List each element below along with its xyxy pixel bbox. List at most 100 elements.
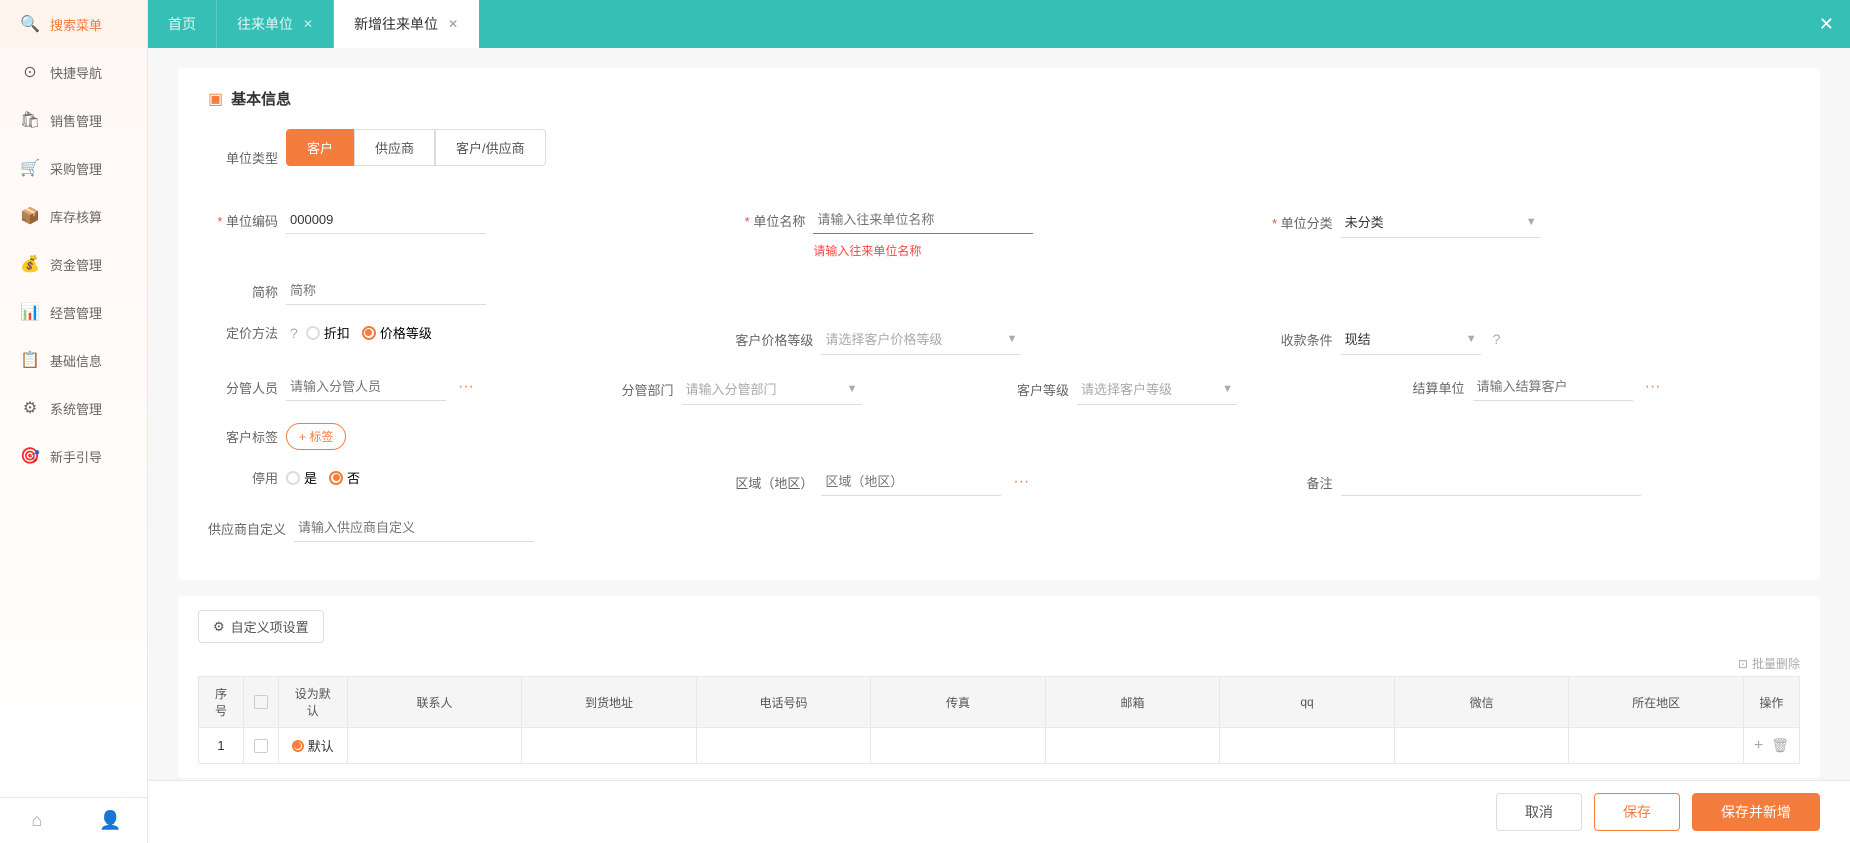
footer-home-btn[interactable]: ⌂ xyxy=(0,798,74,843)
pricing-discount-radio[interactable] xyxy=(306,326,320,340)
field-unit-name: 单位名称 请输入往来单位名称 xyxy=(735,206,1262,259)
pricing-discount-option[interactable]: 折扣 xyxy=(306,323,350,342)
customer-price-level-arrow: ▼ xyxy=(1006,333,1017,345)
cell-region[interactable] xyxy=(1569,728,1744,764)
remark-input[interactable] xyxy=(1341,468,1641,496)
tab-home[interactable]: 首页 xyxy=(148,0,217,48)
gear-icon: ⚙ xyxy=(213,619,225,635)
manager-more-btn[interactable]: ··· xyxy=(454,378,478,396)
custom-settings-btn[interactable]: ⚙ 自定义项设置 xyxy=(198,610,324,643)
system-icon: ⚙ xyxy=(20,398,40,418)
sidebar-item-operations[interactable]: 📊 经营管理 xyxy=(0,288,147,336)
unit-code-input[interactable] xyxy=(286,206,486,234)
sidebar-item-finance[interactable]: 💰 资金管理 xyxy=(0,240,147,288)
tab-add-partner[interactable]: 新增往来单位 ✕ xyxy=(334,0,479,48)
add-tag-btn[interactable]: + 标签 xyxy=(286,423,346,450)
region-cell-input[interactable] xyxy=(1579,739,1733,753)
sidebar-item-guide[interactable]: 🎯 新手引导 xyxy=(0,432,147,480)
cell-phone[interactable] xyxy=(696,728,871,764)
row-checkbox[interactable] xyxy=(254,739,268,753)
tab-partner-list[interactable]: 往来单位 ✕ xyxy=(217,0,334,48)
pricing-price-level-radio[interactable] xyxy=(362,326,376,340)
field-customer-level: 客户等级 请选择客户等级 ▼ xyxy=(999,373,1395,405)
row-supplier-custom: 供应商自定义 xyxy=(208,514,1790,542)
field-settlement: 结算单位 ··· xyxy=(1395,373,1791,401)
save-new-button[interactable]: 保存并新增 xyxy=(1692,793,1820,831)
pricing-radio-group: 折扣 价格等级 xyxy=(306,323,432,342)
disabled-no-radio[interactable] xyxy=(329,471,343,485)
unit-name-input[interactable] xyxy=(813,206,1033,234)
qq-input[interactable] xyxy=(1230,739,1384,753)
settlement-label: 结算单位 xyxy=(1395,378,1465,397)
settlement-more-btn[interactable]: ··· xyxy=(1641,378,1665,396)
pricing-help-icon[interactable]: ? xyxy=(290,325,298,341)
customer-level-select[interactable]: 请选择客户等级 ▼ xyxy=(1077,373,1237,405)
sidebar-item-quick-nav[interactable]: ⊙ 快捷导航 xyxy=(0,48,147,96)
region-more-btn[interactable]: ··· xyxy=(1009,473,1033,491)
tab-bar-close-btn[interactable]: ✕ xyxy=(1803,14,1850,35)
unit-category-select[interactable]: 未分类 ▼ xyxy=(1341,206,1541,238)
batch-delete-btn[interactable]: ⊡ 批量删除 xyxy=(198,655,1800,672)
disabled-no-option[interactable]: 否 xyxy=(329,468,360,487)
fax-input[interactable] xyxy=(881,739,1035,753)
unit-type-supplier-btn[interactable]: 供应商 xyxy=(354,129,435,166)
cell-fax[interactable] xyxy=(871,728,1046,764)
wechat-input[interactable] xyxy=(1405,739,1559,753)
phone-input[interactable] xyxy=(707,739,861,753)
field-supplier-custom: 供应商自定义 xyxy=(208,514,1790,542)
payment-terms-select[interactable]: 现结 ▼ xyxy=(1341,323,1481,355)
contact-input[interactable] xyxy=(358,739,512,753)
unit-type-customer-btn[interactable]: 客户 xyxy=(286,129,354,166)
col-email: 邮箱 xyxy=(1045,677,1220,728)
region-input[interactable] xyxy=(821,468,1001,496)
col-address: 到货地址 xyxy=(522,677,697,728)
cell-qq[interactable] xyxy=(1220,728,1395,764)
row-abbreviation: 简称 xyxy=(208,277,1790,305)
disabled-label: 停用 xyxy=(208,468,278,487)
sidebar-item-purchase[interactable]: 🛒 采购管理 xyxy=(0,144,147,192)
row-pricing: 定价方法 ? 折扣 价格等级 客户价格等级 xyxy=(208,323,1790,355)
cancel-button[interactable]: 取消 xyxy=(1496,793,1582,831)
row-delete-btn[interactable]: 🗑 xyxy=(1771,737,1789,754)
row-add-btn[interactable]: + xyxy=(1754,737,1763,755)
header-checkbox[interactable] xyxy=(254,695,268,709)
unit-type-label: 单位类型 xyxy=(208,148,278,167)
supplier-custom-input[interactable] xyxy=(294,514,534,542)
field-unit-category: 单位分类 未分类 ▼ xyxy=(1263,206,1790,238)
save-button[interactable]: 保存 xyxy=(1594,793,1680,831)
purchase-icon: 🛒 xyxy=(20,158,40,178)
cell-wechat[interactable] xyxy=(1394,728,1569,764)
sidebar-item-basic-info[interactable]: 📋 基础信息 xyxy=(0,336,147,384)
sidebar-item-inventory[interactable]: 📦 库存核算 xyxy=(0,192,147,240)
address-input[interactable] xyxy=(532,739,686,753)
manager-input[interactable] xyxy=(286,373,446,401)
disabled-yes-radio[interactable] xyxy=(286,471,300,485)
cell-address[interactable] xyxy=(522,728,697,764)
settlement-input[interactable] xyxy=(1473,373,1633,401)
dept-select[interactable]: 请输入分管部门 ▼ xyxy=(682,373,862,405)
tab-add-partner-close[interactable]: ✕ xyxy=(448,17,458,31)
cell-email[interactable] xyxy=(1045,728,1220,764)
col-seq: 序号 xyxy=(199,677,244,728)
sidebar-item-system[interactable]: ⚙ 系统管理 xyxy=(0,384,147,432)
dept-label: 分管部门 xyxy=(604,380,674,399)
footer-user-btn[interactable]: 👤 xyxy=(74,798,148,843)
cell-contact[interactable] xyxy=(347,728,522,764)
customer-price-level-value: 请选择客户价格等级 xyxy=(825,329,1006,348)
disabled-yes-option[interactable]: 是 xyxy=(286,468,317,487)
pricing-price-level-option[interactable]: 价格等级 xyxy=(362,323,432,342)
sidebar-item-search[interactable]: 🔍 搜索菜单 xyxy=(0,0,147,48)
region-label: 区域（地区） xyxy=(735,473,813,492)
unit-name-label: 单位名称 xyxy=(735,211,805,230)
tab-partner-list-close[interactable]: ✕ xyxy=(303,17,313,31)
col-default: 设为默认 xyxy=(278,677,347,728)
email-input[interactable] xyxy=(1056,739,1210,753)
abbreviation-input[interactable] xyxy=(286,277,486,305)
unit-type-row: 单位类型 客户 供应商 客户/供应商 xyxy=(208,129,1790,186)
sidebar-item-sales[interactable]: 🛍 销售管理 xyxy=(0,96,147,144)
customer-price-level-select[interactable]: 请选择客户价格等级 ▼ xyxy=(821,323,1021,355)
basic-info-card: ▣ 基本信息 单位类型 客户 供应商 客户/供应商 单位编码 xyxy=(178,68,1820,580)
payment-help-icon[interactable]: ? xyxy=(1493,331,1501,347)
default-radio[interactable] xyxy=(292,740,304,752)
unit-type-both-btn[interactable]: 客户/供应商 xyxy=(435,129,546,166)
